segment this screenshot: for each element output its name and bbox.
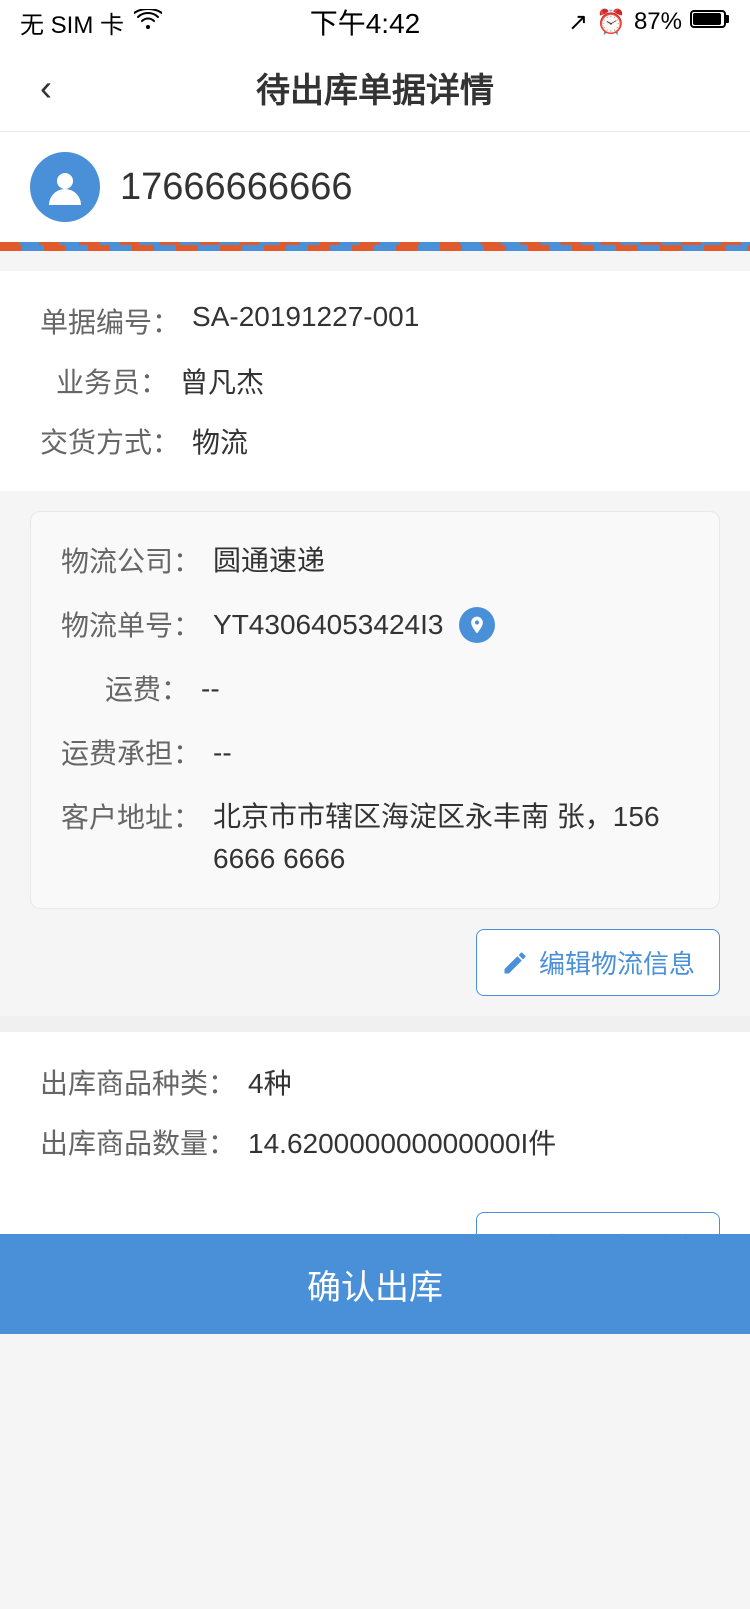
- back-button[interactable]: ‹: [30, 57, 62, 119]
- customer-header: 17666666666: [0, 132, 750, 245]
- delivery-row: 交货方式： 物流: [40, 421, 710, 461]
- agent-row: 业务员： 曾凡杰: [40, 361, 710, 401]
- logistics-card: 物流公司： 圆通速递 物流单号： YT43064053424I3 运费： -- …: [30, 511, 720, 909]
- edit-logistics-btn-container: 编辑物流信息: [0, 929, 750, 1016]
- section-divider: [0, 1016, 750, 1032]
- customer-phone: 17666666666: [120, 166, 352, 209]
- avatar: [30, 152, 100, 222]
- confirm-bar[interactable]: 确认出库: [0, 1234, 750, 1334]
- logistics-company-row: 物流公司： 圆通速递: [61, 540, 689, 582]
- agent-label: 业务员：: [40, 361, 180, 401]
- nav-bar: ‹ 待出库单据详情: [0, 44, 750, 132]
- freight-value: --: [201, 668, 689, 710]
- product-type-row: 出库商品种类： 4种: [40, 1062, 710, 1102]
- product-section: 出库商品种类： 4种 出库商品数量： 14.620000000000000I件: [0, 1032, 750, 1192]
- basic-info-section: 单据编号： SA-20191227-001 业务员： 曾凡杰 交货方式： 物流: [0, 271, 750, 491]
- product-qty-value: 14.620000000000000I件: [248, 1122, 710, 1162]
- address-label: 客户地址：: [61, 796, 213, 836]
- delivery-label: 交货方式：: [40, 421, 192, 461]
- carrier-label: 无 SIM 卡: [20, 5, 124, 40]
- freight-bear-value: --: [213, 732, 689, 774]
- status-left: 无 SIM 卡: [20, 5, 162, 40]
- product-type-value: 4种: [248, 1062, 710, 1102]
- status-right: ↗ ⏰ 87%: [568, 8, 730, 37]
- color-divider: [0, 245, 750, 251]
- freight-bear-row: 运费承担： --: [61, 732, 689, 774]
- address-row: 客户地址： 北京市市辖区海淀区永丰南 张，156 6666 6666: [61, 796, 689, 880]
- delivery-value: 物流: [192, 421, 710, 461]
- freight-bear-label: 运费承担：: [61, 732, 213, 772]
- agent-value: 曾凡杰: [180, 361, 710, 401]
- status-time: 下午4:42: [310, 2, 421, 42]
- confirm-button-label: 确认出库: [307, 1260, 443, 1309]
- address-value: 北京市市辖区海淀区永丰南 张，156 6666 6666: [213, 796, 689, 880]
- freight-row: 运费： --: [61, 668, 689, 710]
- product-type-label: 出库商品种类：: [40, 1062, 248, 1102]
- battery-label: 87%: [634, 8, 682, 36]
- page-title: 待出库单据详情: [256, 63, 494, 112]
- freight-label: 运费：: [61, 668, 201, 708]
- product-qty-row: 出库商品数量： 14.620000000000000I件: [40, 1122, 710, 1162]
- status-bar: 无 SIM 卡 下午4:42 ↗ ⏰ 87%: [0, 0, 750, 44]
- logistics-tracking-value: YT43064053424I3: [213, 604, 689, 646]
- document-no-label: 单据编号：: [40, 301, 192, 341]
- track-location-button[interactable]: [459, 607, 495, 643]
- wifi-icon: [134, 8, 162, 36]
- product-qty-label: 出库商品数量：: [40, 1122, 248, 1162]
- battery-icon: [690, 8, 730, 36]
- edit-logistics-button[interactable]: 编辑物流信息: [476, 929, 720, 996]
- logistics-tracking-label: 物流单号：: [61, 604, 213, 644]
- logistics-company-label: 物流公司：: [61, 540, 213, 580]
- alarm-icon: ⏰: [596, 8, 626, 37]
- location-status-icon: ↗: [568, 8, 588, 37]
- logistics-company-value: 圆通速递: [213, 540, 689, 582]
- document-no-value: SA-20191227-001: [192, 301, 710, 333]
- logistics-tracking-row: 物流单号： YT43064053424I3: [61, 604, 689, 646]
- document-no-row: 单据编号： SA-20191227-001: [40, 301, 710, 341]
- empty-space: [0, 1309, 750, 1509]
- edit-logistics-label: 编辑物流信息: [539, 944, 695, 981]
